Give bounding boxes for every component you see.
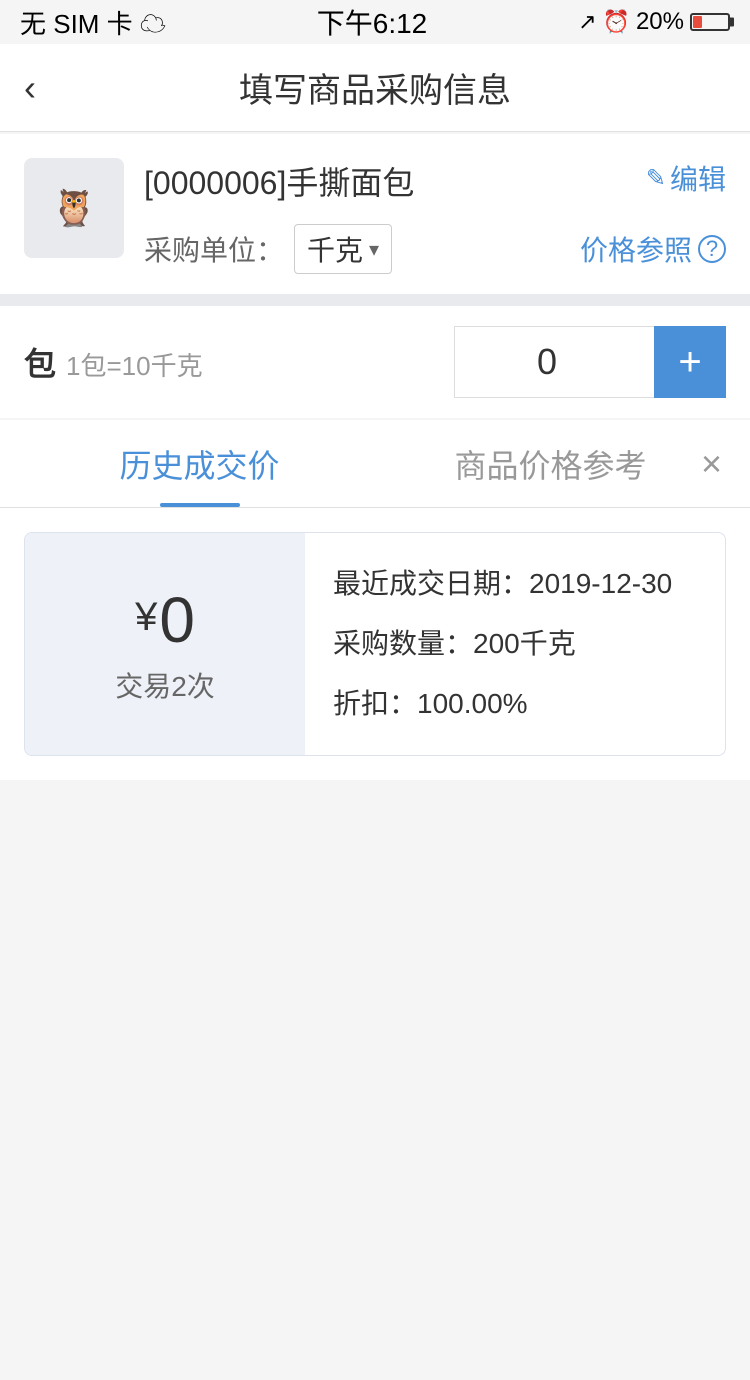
page-title: 填写商品采购信息 (239, 63, 511, 112)
tab-product-price-ref[interactable]: 商品价格参考 (375, 420, 726, 507)
unit-row: 采购单位： 千克 ▾ 价格参照 ? (144, 224, 726, 274)
price-ref-label: 价格参照 (580, 229, 692, 269)
product-header: 🦉 [0000006]手撕面包 ✎ 编辑 采购单位： 千克 ▾ (24, 158, 726, 274)
unit-select-button[interactable]: 千克 ▾ (294, 224, 392, 274)
location-icon: ↗ (578, 9, 596, 35)
divider (0, 294, 750, 306)
status-bar: 无 SIM 卡 ☁ 下午6:12 ↗ ⏰ 20% (0, 0, 750, 44)
price-ref-button[interactable]: 价格参照 ? (580, 229, 726, 269)
product-name: [0000006]手撕面包 (144, 158, 646, 204)
tabs-row: 历史成交价 商品价格参考 × (0, 420, 750, 508)
battery-icon (690, 13, 730, 31)
product-logo-icon: 🦉 (52, 187, 97, 229)
tab-history-price[interactable]: 历史成交价 (24, 420, 375, 507)
price-amount: 0 (159, 583, 195, 657)
history-left: ¥ 0 交易2次 (25, 533, 305, 755)
unit-value: 千克 (307, 229, 363, 269)
recent-date-item: 最近成交日期：2019-12-30 (333, 563, 697, 605)
quantity-label-group: 包 1包=10千克 (24, 339, 203, 385)
edit-button[interactable]: ✎ 编辑 (646, 158, 726, 198)
help-icon: ? (698, 235, 726, 263)
product-card: 🦉 [0000006]手撕面包 ✎ 编辑 采购单位： 千克 ▾ (0, 134, 750, 294)
discount-item: 折扣：100.00% (333, 683, 697, 725)
trade-count: 交易2次 (115, 665, 215, 705)
history-card: ¥ 0 交易2次 最近成交日期：2019-12-30 采购数量：200千克 折扣… (24, 532, 726, 756)
product-name-row: [0000006]手撕面包 ✎ 编辑 (144, 158, 726, 204)
battery-percent: 20% (636, 8, 684, 36)
history-right: 最近成交日期：2019-12-30 采购数量：200千克 折扣：100.00% (305, 533, 725, 755)
edit-label: 编辑 (670, 158, 726, 198)
unit-label: 采购单位： (144, 229, 284, 269)
main-content-area (0, 780, 750, 1380)
product-info: [0000006]手撕面包 ✎ 编辑 采购单位： 千克 ▾ 价格参照 ? (144, 158, 726, 274)
status-left: 无 SIM 卡 ☁ (20, 4, 166, 41)
recent-date-label: 最近成交日期： (333, 568, 529, 599)
status-right: ↗ ⏰ 20% (578, 8, 730, 36)
nav-bar: ‹ 填写商品采购信息 (0, 44, 750, 132)
plus-button[interactable]: + (654, 326, 726, 398)
back-button[interactable]: ‹ (24, 67, 36, 109)
quantity-input[interactable] (454, 326, 654, 398)
history-content: ¥ 0 交易2次 最近成交日期：2019-12-30 采购数量：200千克 折扣… (0, 508, 750, 780)
close-button[interactable]: × (693, 435, 730, 493)
tab-price-ref-label: 商品价格参考 (454, 441, 646, 487)
quantity-unit: 包 (24, 339, 56, 385)
status-time: 下午6:12 (317, 2, 428, 42)
alarm-icon: ⏰ (603, 9, 630, 35)
quantity-input-group: + (454, 326, 726, 398)
history-price: ¥ 0 (135, 583, 195, 657)
purchase-qty-item: 采购数量：200千克 (333, 623, 697, 665)
purchase-qty-value: 200千克 (473, 628, 576, 659)
quantity-conversion: 1包=10千克 (66, 346, 203, 383)
product-thumbnail: 🦉 (24, 158, 124, 258)
discount-value: 100.00% (417, 688, 528, 719)
recent-date-value: 2019-12-30 (529, 568, 672, 599)
dropdown-icon: ▾ (369, 237, 379, 262)
tab-history-label: 历史成交价 (119, 441, 279, 487)
unit-selector-group: 采购单位： 千克 ▾ (144, 224, 392, 274)
tab-underline (160, 503, 240, 507)
edit-icon: ✎ (646, 164, 666, 193)
quantity-row: 包 1包=10千克 + (0, 306, 750, 418)
sim-status: 无 SIM 卡 ☁ (20, 4, 166, 41)
purchase-qty-label: 采购数量： (333, 628, 473, 659)
discount-label: 折扣： (333, 688, 417, 719)
bottom-panel: 历史成交价 商品价格参考 × ¥ 0 交易2次 最近成交日期：2019-12-3… (0, 420, 750, 780)
price-symbol: ¥ (135, 595, 157, 640)
